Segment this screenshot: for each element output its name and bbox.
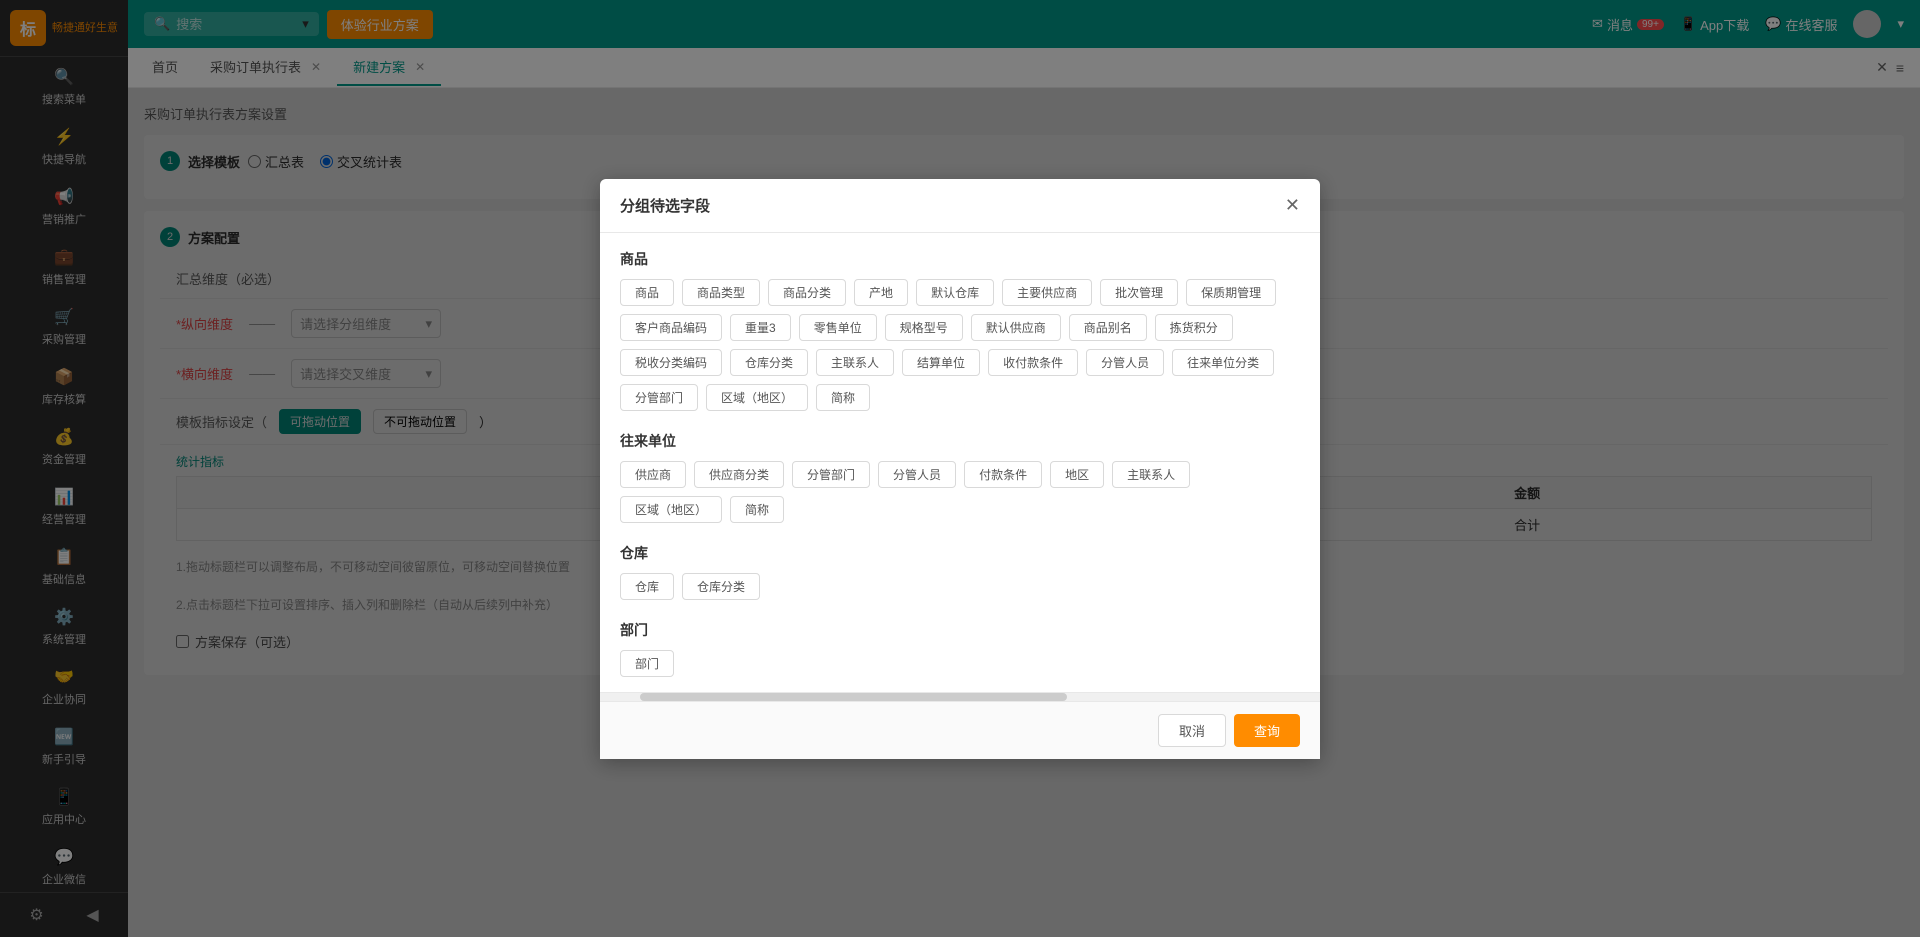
field-tags-3: 部门 xyxy=(620,650,1300,677)
field-selection-modal: 分组待选字段 ✕ 商品商品商品类型商品分类产地默认仓库主要供应商批次管理保质期管… xyxy=(600,179,1320,759)
field-tag-0-9[interactable]: 重量3 xyxy=(730,314,791,341)
field-tag-1-1[interactable]: 供应商分类 xyxy=(694,461,784,488)
field-tag-0-3[interactable]: 产地 xyxy=(854,279,908,306)
field-section-2: 仓库仓库仓库分类 xyxy=(620,543,1300,600)
field-tag-2-0[interactable]: 仓库 xyxy=(620,573,674,600)
modal-title: 分组待选字段 xyxy=(620,195,710,216)
field-tag-0-7[interactable]: 保质期管理 xyxy=(1186,279,1276,306)
field-tag-0-21[interactable]: 往来单位分类 xyxy=(1172,349,1274,376)
field-section-3: 部门部门 xyxy=(620,620,1300,677)
field-tag-1-5[interactable]: 地区 xyxy=(1050,461,1104,488)
field-tag-0-16[interactable]: 仓库分类 xyxy=(730,349,808,376)
field-tag-2-1[interactable]: 仓库分类 xyxy=(682,573,760,600)
section-title-2: 仓库 xyxy=(620,543,1300,563)
section-title-0: 商品 xyxy=(620,249,1300,269)
cancel-button[interactable]: 取消 xyxy=(1158,714,1226,747)
section-title-3: 部门 xyxy=(620,620,1300,640)
field-tag-0-15[interactable]: 税收分类编码 xyxy=(620,349,722,376)
field-tags-1: 供应商供应商分类分管部门分管人员付款条件地区主联系人区域（地区） 简称 xyxy=(620,461,1300,523)
field-tag-0-0[interactable]: 商品 xyxy=(620,279,674,306)
field-tag-0-24[interactable]: 简称 xyxy=(816,384,870,411)
field-tag-0-6[interactable]: 批次管理 xyxy=(1100,279,1178,306)
modal-footer: 取消 查询 xyxy=(600,701,1320,759)
field-tag-0-10[interactable]: 零售单位 xyxy=(799,314,877,341)
field-tag-0-12[interactable]: 默认供应商 xyxy=(971,314,1061,341)
field-tag-0-23[interactable]: 区域（地区） xyxy=(706,384,808,411)
field-tag-3-0[interactable]: 部门 xyxy=(620,650,674,677)
hscroll-thumb xyxy=(640,693,1067,701)
modal-header: 分组待选字段 ✕ xyxy=(600,179,1320,233)
field-tag-0-11[interactable]: 规格型号 xyxy=(885,314,963,341)
field-tags-0: 商品商品类型商品分类产地默认仓库主要供应商批次管理保质期管理客户商品编码重量3 零… xyxy=(620,279,1300,411)
modal-close-btn[interactable]: ✕ xyxy=(1285,196,1300,214)
confirm-button[interactable]: 查询 xyxy=(1234,714,1300,747)
field-tag-1-8[interactable]: 简称 xyxy=(730,496,784,523)
field-tag-1-6[interactable]: 主联系人 xyxy=(1112,461,1190,488)
field-tags-2: 仓库仓库分类 xyxy=(620,573,1300,600)
field-tag-0-2[interactable]: 商品分类 xyxy=(768,279,846,306)
field-tag-0-17[interactable]: 主联系人 xyxy=(816,349,894,376)
field-tag-0-4[interactable]: 默认仓库 xyxy=(916,279,994,306)
field-tag-0-14[interactable]: 拣货积分 xyxy=(1155,314,1233,341)
field-tag-0-20[interactable]: 分管人员 xyxy=(1086,349,1164,376)
field-tag-0-1[interactable]: 商品类型 xyxy=(682,279,760,306)
modal-overlay: 分组待选字段 ✕ 商品商品商品类型商品分类产地默认仓库主要供应商批次管理保质期管… xyxy=(0,0,1920,937)
field-tag-1-0[interactable]: 供应商 xyxy=(620,461,686,488)
field-tag-1-7[interactable]: 区域（地区） xyxy=(620,496,722,523)
modal-hscroll[interactable] xyxy=(600,692,1320,701)
field-tag-0-19[interactable]: 收付款条件 xyxy=(988,349,1078,376)
field-section-0: 商品商品商品类型商品分类产地默认仓库主要供应商批次管理保质期管理客户商品编码重量… xyxy=(620,249,1300,411)
field-tag-1-3[interactable]: 分管人员 xyxy=(878,461,956,488)
field-tag-1-4[interactable]: 付款条件 xyxy=(964,461,1042,488)
field-tag-0-13[interactable]: 商品别名 xyxy=(1069,314,1147,341)
field-tag-0-22[interactable]: 分管部门 xyxy=(620,384,698,411)
field-section-1: 往来单位供应商供应商分类分管部门分管人员付款条件地区主联系人区域（地区） 简称 xyxy=(620,431,1300,523)
field-tag-0-8[interactable]: 客户商品编码 xyxy=(620,314,722,341)
modal-body: 商品商品商品类型商品分类产地默认仓库主要供应商批次管理保质期管理客户商品编码重量… xyxy=(600,233,1320,692)
field-tag-0-5[interactable]: 主要供应商 xyxy=(1002,279,1092,306)
field-tag-1-2[interactable]: 分管部门 xyxy=(792,461,870,488)
section-title-1: 往来单位 xyxy=(620,431,1300,451)
field-tag-0-18[interactable]: 结算单位 xyxy=(902,349,980,376)
